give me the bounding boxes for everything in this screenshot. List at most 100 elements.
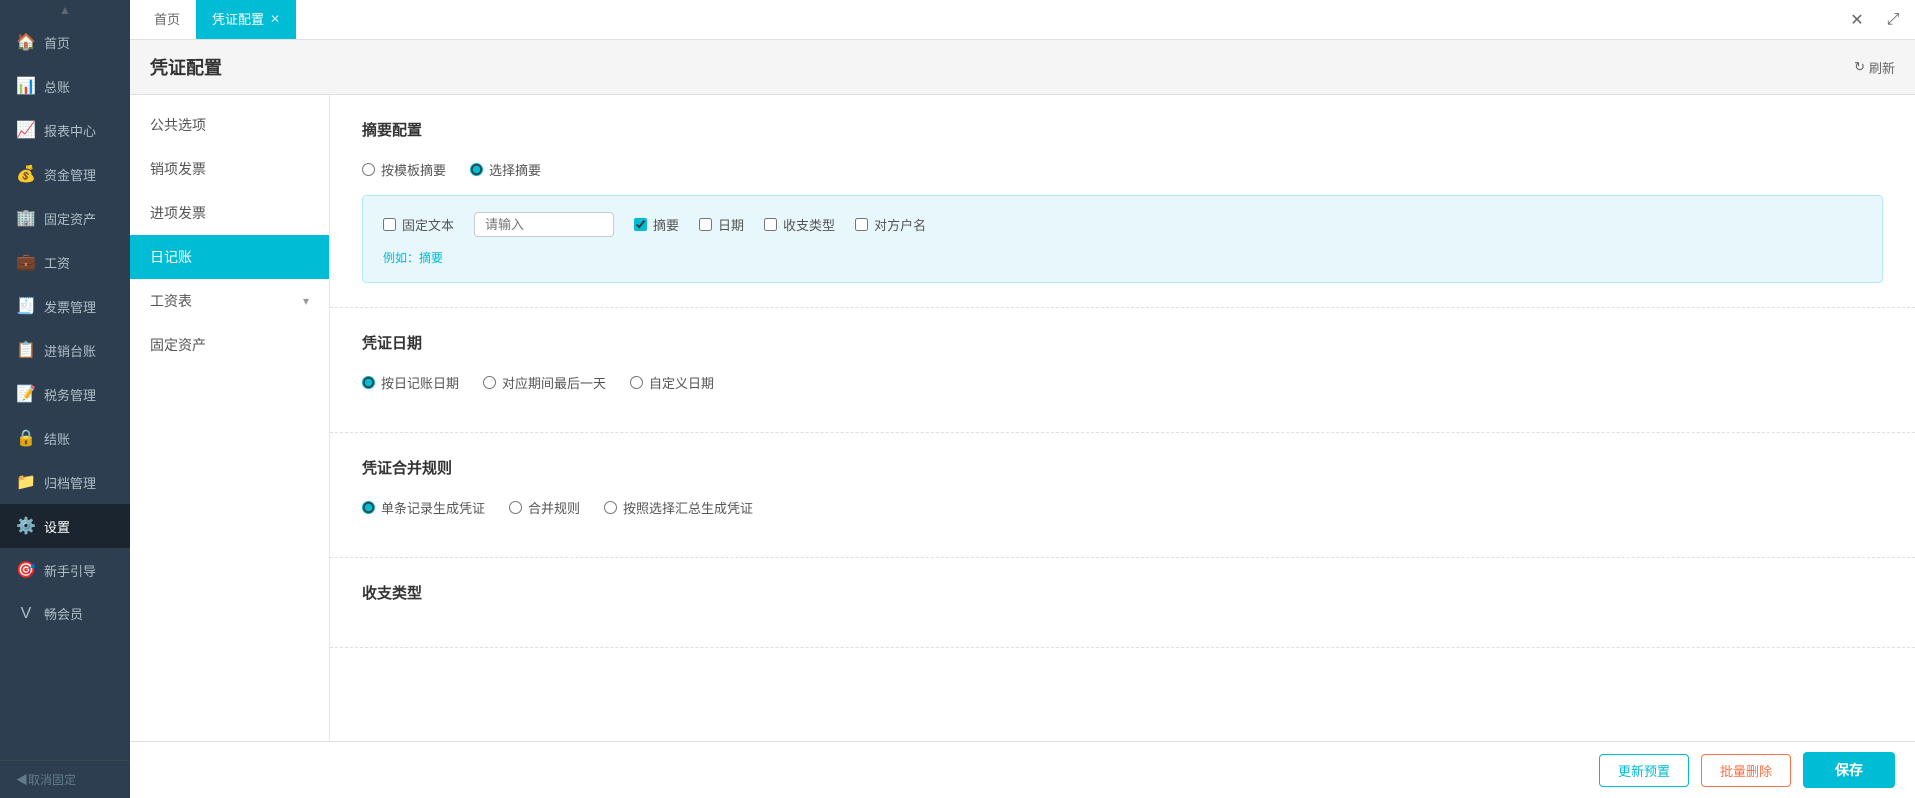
radio-select-summary[interactable]: 选择摘要	[470, 160, 541, 179]
voucher-merge-title: 凭证合并规则	[362, 457, 1883, 478]
left-nav-label: 销项发票	[150, 159, 206, 179]
refresh-button[interactable]: ↻ 刷新	[1854, 58, 1895, 77]
sidebar-item-archive-management[interactable]: 📁 归档管理	[0, 460, 130, 504]
sidebar-item-settings[interactable]: ⚙️ 设置	[0, 504, 130, 548]
tab-home-tab[interactable]: 首页	[138, 0, 196, 39]
sidebar-item-label: 设置	[44, 517, 70, 536]
summary-radio-group: 按模板摘要 选择摘要	[362, 160, 1883, 179]
sidebar-item-fund-management[interactable]: 💰 资金管理	[0, 152, 130, 196]
fixed-text-input[interactable]	[474, 212, 614, 237]
batch-delete-button[interactable]: 批量删除	[1701, 754, 1791, 787]
sidebar-item-label: 报表中心	[44, 121, 96, 140]
tab-label: 首页	[154, 9, 180, 28]
left-nav-item-fixed-assets-nav[interactable]: 固定资产	[130, 323, 329, 367]
sidebar-item-label: 结账	[44, 429, 70, 448]
fixed-assets-icon: 🏢	[16, 208, 36, 228]
checkbox-fixed-text[interactable]: 固定文本	[383, 215, 454, 234]
sidebar-item-label: 固定资产	[44, 209, 96, 228]
save-button[interactable]: 保存	[1803, 752, 1895, 788]
sidebar-item-label: 首页	[44, 33, 70, 52]
radio-by-journal-date[interactable]: 按日记账日期	[362, 373, 459, 392]
radio-single-record[interactable]: 单条记录生成凭证	[362, 498, 485, 517]
income-type-title: 收支类型	[362, 582, 1883, 603]
voucher-merge-section: 凭证合并规则 单条记录生成凭证 合并规则 按照选择汇总生成凭证	[330, 433, 1915, 558]
left-nav-label: 工资表	[150, 291, 192, 311]
sidebar: ▲ 🏠 首页 📊 总账 📈 报表中心 💰 资金管理 🏢 固定资产 💼 工资 🧾 …	[0, 0, 130, 798]
left-nav-label: 公共选项	[150, 115, 206, 135]
income-type-section: 收支类型	[330, 558, 1915, 648]
sidebar-item-label: 税务管理	[44, 385, 96, 404]
sidebar-item-payroll[interactable]: 💼 工资	[0, 240, 130, 284]
sidebar-item-label: 工资	[44, 253, 70, 272]
main-area: 首页 凭证配置 ✕ ✕ ⤢ 凭证配置 ↻ 刷新 公共选项销项发票进项发票日记账工资表…	[130, 0, 1915, 798]
bottom-bar: 更新预置 批量删除 保存	[130, 741, 1915, 798]
left-nav-item-sales-invoice[interactable]: 销项发票	[130, 147, 329, 191]
voucher-date-title: 凭证日期	[362, 332, 1883, 353]
sidebar-item-membership[interactable]: V 畅会员	[0, 592, 130, 635]
left-nav-label: 日记账	[150, 247, 192, 267]
sidebar-item-tax-management[interactable]: 📝 税务管理	[0, 372, 130, 416]
radio-merge-rules[interactable]: 合并规则	[509, 498, 580, 517]
radio-template-summary[interactable]: 按模板摘要	[362, 160, 446, 179]
sidebar-item-ledger[interactable]: 📊 总账	[0, 64, 130, 108]
checkbox-counterparty[interactable]: 对方户名	[855, 215, 926, 234]
sidebar-item-closing[interactable]: 🔒 结账	[0, 416, 130, 460]
close-window-button[interactable]: ✕	[1843, 6, 1871, 34]
tab-close-icon[interactable]: ✕	[270, 12, 280, 26]
page-header: 凭证配置 ↻ 刷新	[130, 40, 1915, 95]
report-center-icon: 📈	[16, 120, 36, 140]
closing-icon: 🔒	[16, 428, 36, 448]
sidebar-item-label: 归档管理	[44, 473, 96, 492]
summary-config-section: 摘要配置 按模板摘要 选择摘要 固定文本 摘要 日期 收支类型 对方户名 例如：摘要	[330, 95, 1915, 308]
sidebar-scroll-up[interactable]: ▲	[0, 0, 130, 20]
radio-custom-date[interactable]: 自定义日期	[630, 373, 714, 392]
guide-icon: 🎯	[16, 560, 36, 580]
page-content: 凭证配置 ↻ 刷新 公共选项销项发票进项发票日记账工资表 ▾ 固定资产 摘要配置 按…	[130, 40, 1915, 798]
settings-icon: ⚙️	[16, 516, 36, 536]
radio-batch-generate[interactable]: 按照选择汇总生成凭证	[604, 498, 753, 517]
refresh-icon: ↻	[1854, 59, 1865, 75]
checkbox-date[interactable]: 日期	[699, 215, 744, 234]
summary-example: 例如：摘要	[383, 249, 1862, 266]
archive-management-icon: 📁	[16, 472, 36, 492]
tab-bar: 首页 凭证配置 ✕ ✕ ⤢	[130, 0, 1915, 40]
sidebar-item-label: 畅会员	[44, 604, 83, 623]
summary-checkboxes-row: 固定文本 摘要 日期 收支类型 对方户名	[383, 212, 1862, 237]
sidebar-item-home[interactable]: 🏠 首页	[0, 20, 130, 64]
tab-voucher-config-tab[interactable]: 凭证配置 ✕	[196, 0, 296, 39]
purchase-sales-icon: 📋	[16, 340, 36, 360]
voucher-date-radio-group: 按日记账日期 对应期间最后一天 自定义日期	[362, 373, 1883, 392]
left-nav-item-payroll-table[interactable]: 工资表 ▾	[130, 279, 329, 323]
chevron-down-icon: ▾	[303, 294, 309, 308]
sidebar-item-label: 发票管理	[44, 297, 96, 316]
right-content: 摘要配置 按模板摘要选择摘要 固定文本摘要日期收支类型对方户名 例如：摘要 凭证…	[330, 95, 1915, 798]
ledger-icon: 📊	[16, 76, 36, 96]
left-nav: 公共选项销项发票进项发票日记账工资表 ▾ 固定资产	[130, 95, 330, 798]
tab-label: 凭证配置	[212, 9, 264, 28]
sidebar-item-guide[interactable]: 🎯 新手引导	[0, 548, 130, 592]
sidebar-item-fixed-assets[interactable]: 🏢 固定资产	[0, 196, 130, 240]
left-nav-item-journal[interactable]: 日记账	[130, 235, 329, 279]
radio-last-day-of-period[interactable]: 对应期间最后一天	[483, 373, 606, 392]
left-nav-item-public-options[interactable]: 公共选项	[130, 103, 329, 147]
sidebar-item-label: 资金管理	[44, 165, 96, 184]
sidebar-item-label: 新手引导	[44, 561, 96, 580]
checkbox-income-type[interactable]: 收支类型	[764, 215, 835, 234]
sidebar-item-label: 进销台账	[44, 341, 96, 360]
invoice-management-icon: 🧾	[16, 296, 36, 316]
sidebar-unpin-button[interactable]: ◀取消固定	[0, 760, 130, 798]
home-icon: 🏠	[16, 32, 36, 52]
summary-config-title: 摘要配置	[362, 119, 1883, 140]
update-preview-button[interactable]: 更新预置	[1599, 754, 1689, 787]
tax-management-icon: 📝	[16, 384, 36, 404]
payroll-icon: 💼	[16, 252, 36, 272]
summary-config-box: 固定文本 摘要 日期 收支类型 对方户名 例如：摘要	[362, 195, 1883, 283]
sidebar-item-invoice-management[interactable]: 🧾 发票管理	[0, 284, 130, 328]
sidebar-item-report-center[interactable]: 📈 报表中心	[0, 108, 130, 152]
left-nav-item-purchase-invoice[interactable]: 进项发票	[130, 191, 329, 235]
content-layout: 公共选项销项发票进项发票日记账工资表 ▾ 固定资产 摘要配置 按模板摘要 选择摘要 固…	[130, 95, 1915, 798]
checkbox-abstract[interactable]: 摘要	[634, 215, 679, 234]
sidebar-item-purchase-sales[interactable]: 📋 进销台账	[0, 328, 130, 372]
maximize-window-button[interactable]: ⤢	[1879, 6, 1907, 34]
left-nav-label: 进项发票	[150, 203, 206, 223]
